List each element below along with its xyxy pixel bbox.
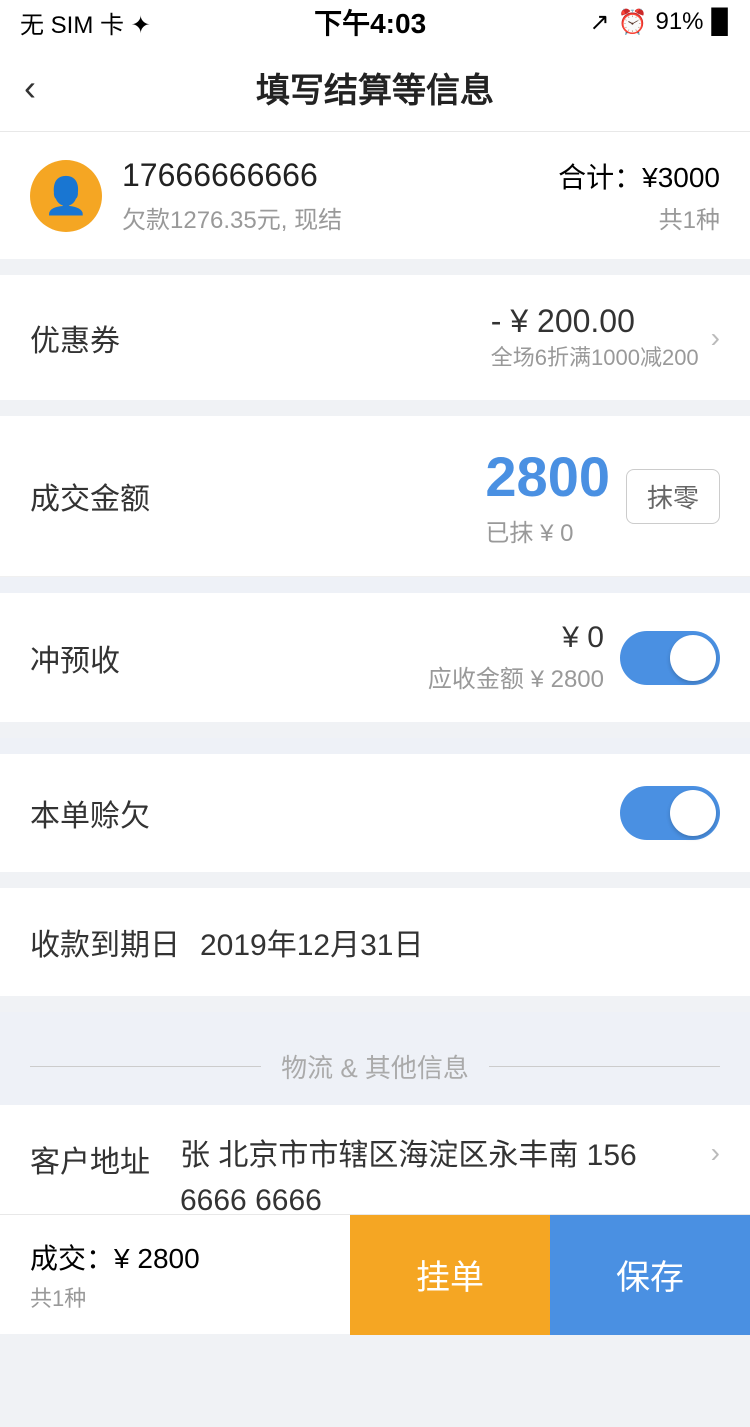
status-time: 下午4:03: [314, 2, 426, 42]
coupon-label: 优惠券: [30, 316, 120, 360]
coupon-discount: - ¥ 200.00: [491, 303, 699, 340]
debt-label: 本单赊欠: [30, 791, 150, 835]
round-button[interactable]: 抹零: [626, 469, 720, 524]
footer-deal-label: 成交：: [30, 1243, 114, 1274]
prepay-amount: ¥ 0: [428, 621, 604, 655]
deal-amount-label: 成交金额: [30, 474, 150, 518]
prepay-info: ¥ 0 应收金额 ¥ 2800: [428, 621, 604, 694]
user-avatar: 👤: [30, 160, 102, 232]
alarm-icon: ⏰: [618, 8, 648, 37]
deal-amount-section: 成交金额 2800 已抹 ¥ 0 抹零 冲预收 ¥ 0 应收金额 ¥ 2800: [0, 416, 750, 722]
location-icon: ↗: [589, 8, 609, 37]
back-button[interactable]: ‹: [24, 67, 36, 109]
footer-info: 成交：¥ 2800 共1种: [0, 1237, 350, 1313]
address-label: 客户地址: [30, 1137, 150, 1181]
prepay-row: 冲预收 ¥ 0 应收金额 ¥ 2800: [0, 593, 750, 722]
status-left: 无 SIM 卡 ✦: [20, 5, 151, 40]
footer-deal-line: 成交：¥ 2800: [30, 1237, 320, 1277]
debt-row: 本单赊欠: [0, 754, 750, 872]
page-title: 填写结算等信息: [256, 63, 494, 112]
user-info: 17666666666 欠款1276.35元, 现结: [122, 157, 342, 235]
user-left: 👤 17666666666 欠款1276.35元, 现结: [30, 157, 342, 235]
user-card: 👤 17666666666 欠款1276.35元, 现结 合计：¥3000 共1…: [0, 132, 750, 259]
battery-icon: ▉: [712, 8, 730, 37]
coupon-desc: 全场6折满1000减200: [491, 340, 699, 372]
total-label-value: 合计：¥3000: [558, 156, 720, 196]
deal-amount-value: 2800: [485, 444, 610, 509]
total-label: 合计：: [558, 162, 642, 193]
deal-amount-right: 2800 已抹 ¥ 0 抹零: [485, 444, 720, 548]
footer-count: 共1种: [30, 1281, 320, 1313]
user-count: 共1种: [558, 200, 720, 235]
hold-button[interactable]: 挂单: [350, 1215, 550, 1335]
save-button[interactable]: 保存: [550, 1215, 750, 1335]
sim-label: 无 SIM 卡 ✦: [20, 5, 151, 40]
footer: 成交：¥ 2800 共1种 挂单 保存: [0, 1214, 750, 1334]
address-arrow-icon: ›: [711, 1137, 720, 1169]
status-right: ↗ ⏰ 91% ▉: [589, 8, 730, 37]
prepay-right: ¥ 0 应收金额 ¥ 2800: [428, 621, 720, 694]
due-date-label: 收款到期日: [30, 920, 180, 964]
logistics-divider-text: 物流 & 其他信息: [281, 1048, 469, 1085]
section-divider-1: [0, 577, 750, 593]
footer-deal-amount: ¥ 2800: [114, 1243, 200, 1274]
user-phone: 17666666666: [122, 157, 342, 194]
user-right: 合计：¥3000 共1种: [558, 156, 720, 235]
logistics-divider: 物流 & 其他信息: [0, 1028, 750, 1105]
status-bar: 无 SIM 卡 ✦ 下午4:03 ↗ ⏰ 91% ▉: [0, 0, 750, 44]
coupon-right: - ¥ 200.00 全场6折满1000减200 ›: [491, 303, 720, 372]
divider-2: [0, 738, 750, 754]
due-date-row: 收款到期日 2019年12月31日: [0, 888, 750, 996]
toggle-knob: [670, 635, 716, 681]
divider-3: [0, 1012, 750, 1028]
user-debt: 欠款1276.35元, 现结: [122, 200, 342, 235]
nav-bar: ‹ 填写结算等信息: [0, 44, 750, 132]
prepay-toggle[interactable]: [620, 631, 720, 685]
total-value: ¥3000: [642, 162, 720, 193]
deal-amount-row: 成交金额 2800 已抹 ¥ 0 抹零: [0, 416, 750, 577]
debt-toggle-knob: [670, 790, 716, 836]
prepay-label: 冲预收: [30, 636, 120, 680]
avatar-icon: 👤: [44, 175, 89, 217]
already-rounded: 已抹 ¥ 0: [485, 513, 610, 548]
battery-text: 91%: [655, 8, 703, 36]
due-date-value: 2019年12月31日: [200, 920, 423, 964]
prepay-due: 应收金额 ¥ 2800: [428, 659, 604, 694]
address-value: 张 北京市市辖区海淀区永丰南 156 6666 6666: [180, 1133, 711, 1223]
debt-toggle[interactable]: [620, 786, 720, 840]
coupon-arrow-icon: ›: [711, 322, 720, 354]
coupon-row[interactable]: 优惠券 - ¥ 200.00 全场6折满1000减200 ›: [0, 275, 750, 400]
